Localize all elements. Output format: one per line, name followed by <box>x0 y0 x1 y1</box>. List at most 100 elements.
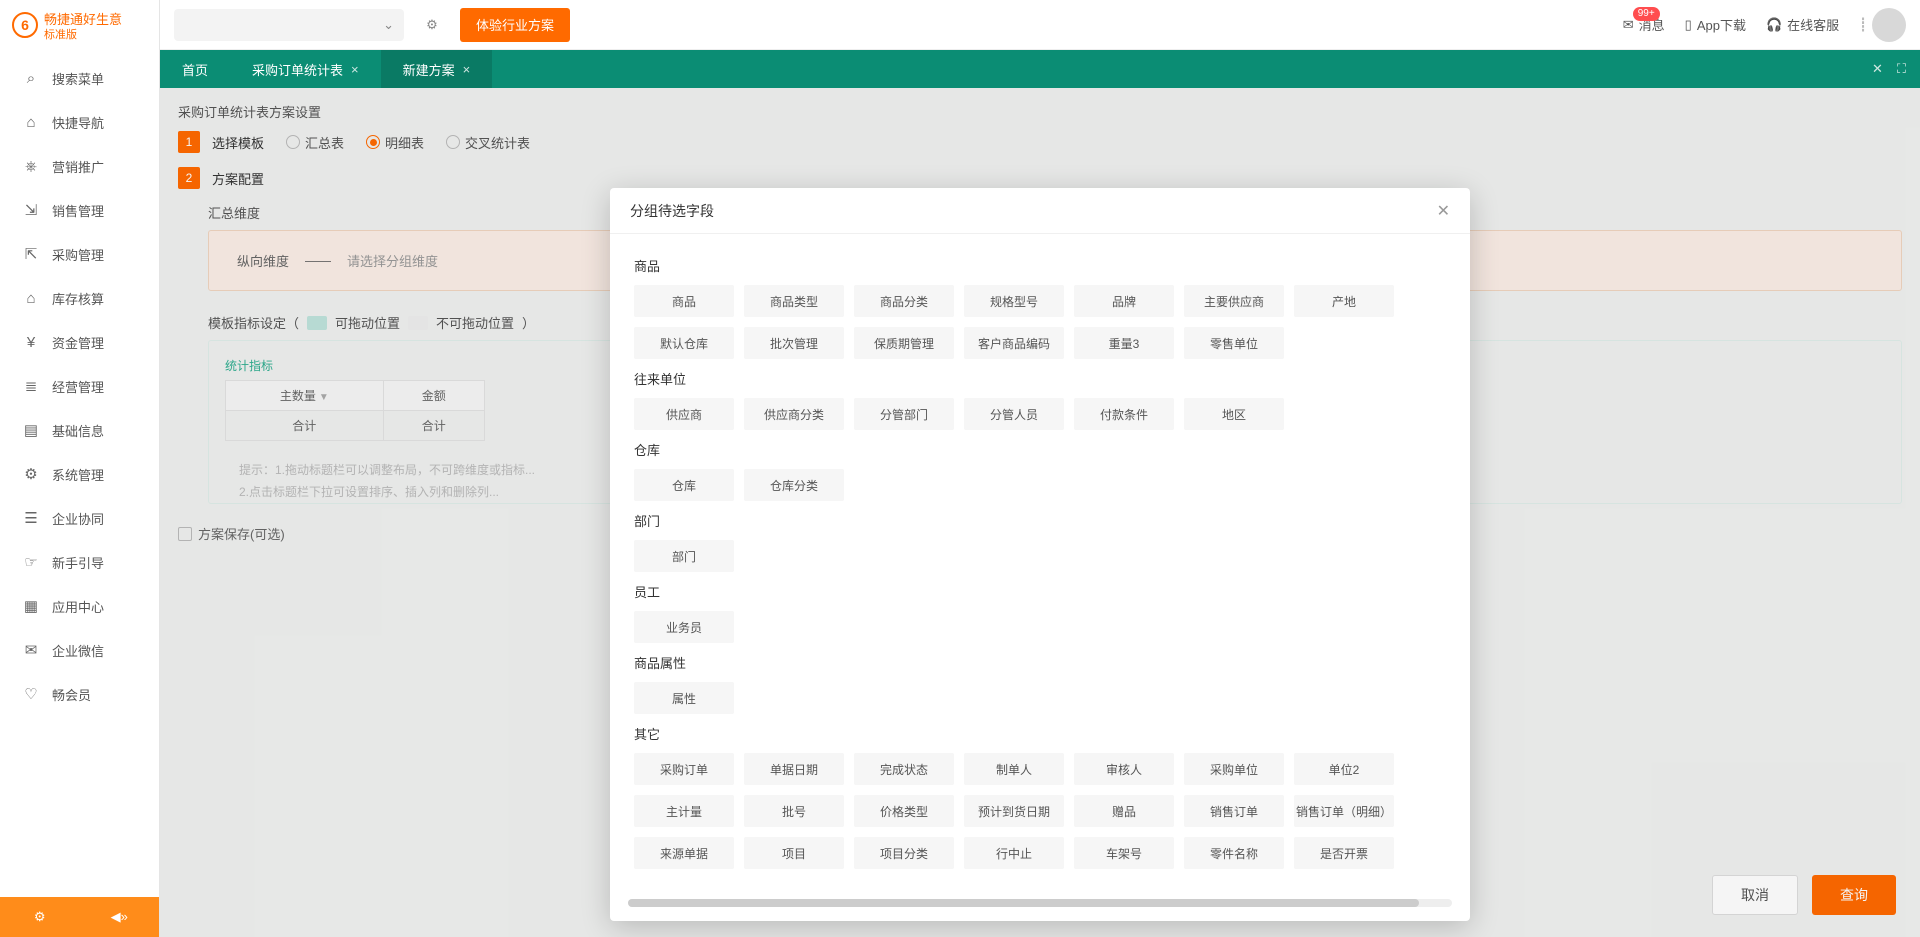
opt-审核人[interactable]: 审核人 <box>1074 753 1174 785</box>
opt-分管部门[interactable]: 分管部门 <box>854 398 954 430</box>
opt-赠品[interactable]: 赠品 <box>1074 795 1174 827</box>
opt-单位2[interactable]: 单位2 <box>1294 753 1394 785</box>
modal-title: 分组待选字段 <box>630 201 714 221</box>
tab-采购订单统计表[interactable]: 采购订单统计表× <box>230 50 381 88</box>
page-content: 采购订单统计表方案设置 1 选择模板 汇总表明细表交叉统计表 2 方案配置 汇总… <box>160 88 1920 937</box>
brand-edition: 标准版 <box>44 26 122 42</box>
opt-重量3[interactable]: 重量3 <box>1074 327 1174 359</box>
collapse-icon[interactable]: ◀» <box>80 897 160 937</box>
opt-默认仓库[interactable]: 默认仓库 <box>634 327 734 359</box>
opt-来源单据[interactable]: 来源单据 <box>634 837 734 869</box>
nav-icon: ⌂ <box>22 113 40 131</box>
opt-商品分类[interactable]: 商品分类 <box>854 285 954 317</box>
opt-完成状态[interactable]: 完成状态 <box>854 753 954 785</box>
opt-地区[interactable]: 地区 <box>1184 398 1284 430</box>
opt-销售订单（明细）[interactable]: 销售订单（明细） <box>1294 795 1394 827</box>
nav-icon: ⚙ <box>22 465 40 483</box>
nav-销售管理[interactable]: ⇲销售管理 <box>0 188 159 232</box>
nav-资金管理[interactable]: ¥资金管理 <box>0 320 159 364</box>
opt-批次管理[interactable]: 批次管理 <box>744 327 844 359</box>
avatar-icon <box>1872 8 1906 42</box>
modal-scrollbar[interactable] <box>628 899 1452 907</box>
nav-新手引导[interactable]: ☞新手引导 <box>0 540 159 584</box>
opt-采购单位[interactable]: 采购单位 <box>1184 753 1284 785</box>
close-icon[interactable]: ✕ <box>1437 201 1450 221</box>
tab-新建方案[interactable]: 新建方案× <box>381 50 493 88</box>
nav-库存核算[interactable]: ⌂库存核算 <box>0 276 159 320</box>
nav-企业微信[interactable]: ✉企业微信 <box>0 628 159 672</box>
gear-icon[interactable]: ⚙ <box>416 9 448 41</box>
tab-首页[interactable]: 首页 <box>160 50 230 88</box>
settings-icon[interactable]: ⚙ <box>0 897 80 937</box>
opt-部门[interactable]: 部门 <box>634 540 734 572</box>
opt-价格类型[interactable]: 价格类型 <box>854 795 954 827</box>
app-download-link[interactable]: ▯ App下载 <box>1685 15 1746 34</box>
opt-规格型号[interactable]: 规格型号 <box>964 285 1064 317</box>
nav-icon: ⌕ <box>22 69 40 87</box>
modal-mask: 分组待选字段 ✕ 商品商品商品类型商品分类规格型号品牌主要供应商产地默认仓库批次… <box>160 88 1920 937</box>
expand-icon[interactable]: ⛶ <box>1897 61 1906 77</box>
opt-是否开票[interactable]: 是否开票 <box>1294 837 1394 869</box>
nav-营销推广[interactable]: ⎈营销推广 <box>0 144 159 188</box>
opt-项目分类[interactable]: 项目分类 <box>854 837 954 869</box>
opt-业务员[interactable]: 业务员 <box>634 611 734 643</box>
opt-主计量[interactable]: 主计量 <box>634 795 734 827</box>
nav-icon: ▤ <box>22 421 40 439</box>
opt-商品[interactable]: 商品 <box>634 285 734 317</box>
group-往来单位: 往来单位 <box>634 369 1446 388</box>
nav-企业协同[interactable]: ☰企业协同 <box>0 496 159 540</box>
opt-行中止[interactable]: 行中止 <box>964 837 1064 869</box>
close-icon[interactable]: × <box>351 62 359 77</box>
opt-采购订单[interactable]: 采购订单 <box>634 753 734 785</box>
group-其它: 其它 <box>634 724 1446 743</box>
opt-商品类型[interactable]: 商品类型 <box>744 285 844 317</box>
nav-应用中心[interactable]: ▦应用中心 <box>0 584 159 628</box>
modal-body: 商品商品商品类型商品分类规格型号品牌主要供应商产地默认仓库批次管理保质期管理客户… <box>610 234 1470 889</box>
nav-搜索菜单[interactable]: ⌕搜索菜单 <box>0 56 159 100</box>
nav-icon: ✉ <box>22 641 40 659</box>
opt-预计到货日期[interactable]: 预计到货日期 <box>964 795 1064 827</box>
nav-快捷导航[interactable]: ⌂快捷导航 <box>0 100 159 144</box>
online-cs-link[interactable]: 🎧 在线客服 <box>1766 15 1839 34</box>
opt-属性[interactable]: 属性 <box>634 682 734 714</box>
nav-系统管理[interactable]: ⚙系统管理 <box>0 452 159 496</box>
nav-基础信息[interactable]: ▤基础信息 <box>0 408 159 452</box>
opt-仓库[interactable]: 仓库 <box>634 469 734 501</box>
tab-bar: 首页采购订单统计表×新建方案× ✕ ⛶ <box>160 50 1920 88</box>
messages-link[interactable]: ✉ 消息 99+ <box>1623 15 1665 34</box>
nav-采购管理[interactable]: ⇱采购管理 <box>0 232 159 276</box>
nav-icon: ¥ <box>22 333 40 351</box>
opt-产地[interactable]: 产地 <box>1294 285 1394 317</box>
try-industry-button[interactable]: 体验行业方案 <box>460 8 570 42</box>
sidebar-footer: ⚙ ◀» <box>0 897 159 937</box>
opt-保质期管理[interactable]: 保质期管理 <box>854 327 954 359</box>
nav-经营管理[interactable]: ≣经营管理 <box>0 364 159 408</box>
opt-销售订单[interactable]: 销售订单 <box>1184 795 1284 827</box>
user-avatar[interactable]: ┋ <box>1859 8 1906 42</box>
org-selector[interactable]: ⌄ <box>174 9 404 41</box>
opt-分管人员[interactable]: 分管人员 <box>964 398 1064 430</box>
opt-供应商[interactable]: 供应商 <box>634 398 734 430</box>
close-icon[interactable]: × <box>463 62 471 77</box>
opt-单据日期[interactable]: 单据日期 <box>744 753 844 785</box>
opt-仓库分类[interactable]: 仓库分类 <box>744 469 844 501</box>
logo: 6 畅捷通好生意 标准版 <box>0 0 159 50</box>
opt-主要供应商[interactable]: 主要供应商 <box>1184 285 1284 317</box>
logo-icon: 6 <box>12 12 38 38</box>
opt-零售单位[interactable]: 零售单位 <box>1184 327 1284 359</box>
opt-项目[interactable]: 项目 <box>744 837 844 869</box>
opt-制单人[interactable]: 制单人 <box>964 753 1064 785</box>
opt-品牌[interactable]: 品牌 <box>1074 285 1174 317</box>
nav-icon: ☞ <box>22 553 40 571</box>
nav-畅会员[interactable]: ♡畅会员 <box>0 672 159 716</box>
opt-付款条件[interactable]: 付款条件 <box>1074 398 1174 430</box>
field-picker-modal: 分组待选字段 ✕ 商品商品商品类型商品分类规格型号品牌主要供应商产地默认仓库批次… <box>610 188 1470 921</box>
close-all-icon[interactable]: ✕ <box>1872 61 1883 77</box>
opt-客户商品编码[interactable]: 客户商品编码 <box>964 327 1064 359</box>
message-icon: ✉ <box>1623 17 1634 33</box>
opt-批号[interactable]: 批号 <box>744 795 844 827</box>
nav-icon: ⇲ <box>22 201 40 219</box>
opt-供应商分类[interactable]: 供应商分类 <box>744 398 844 430</box>
opt-零件名称[interactable]: 零件名称 <box>1184 837 1284 869</box>
opt-车架号[interactable]: 车架号 <box>1074 837 1174 869</box>
